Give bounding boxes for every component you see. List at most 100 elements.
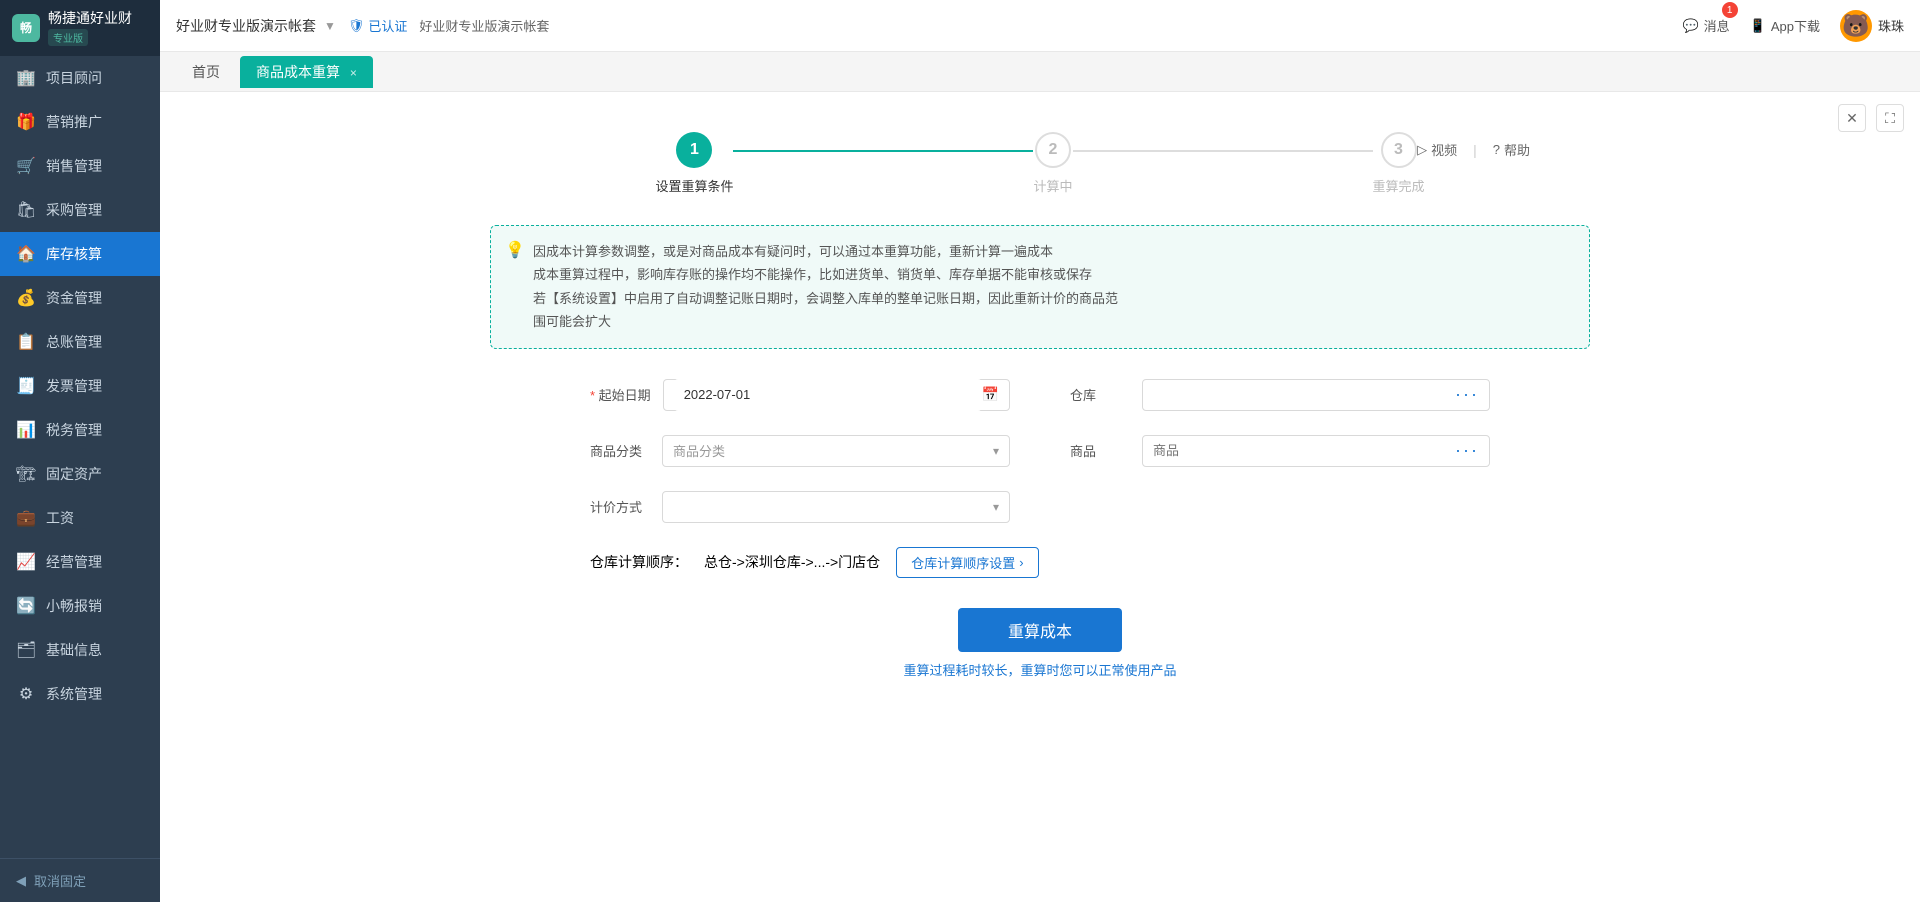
sidebar-label-tax: 税务管理 xyxy=(46,420,102,440)
form-row-start-date: 起始日期 📅 xyxy=(590,379,1010,411)
sidebar-item-system[interactable]: ⚙ 系统管理 xyxy=(0,672,160,716)
step-3: 3 重算完成 xyxy=(1373,132,1425,195)
sidebar-header: 畅 畅捷通好业财 专业版 xyxy=(0,0,160,56)
maximize-icon: ⛶ xyxy=(1885,110,1895,127)
sidebar-label-finance: 资金管理 xyxy=(46,288,102,308)
calc-order-value: 总仓->深圳仓库->...->门店仓 xyxy=(704,552,880,572)
window-controls: ✕ ⛶ xyxy=(1838,104,1904,132)
inventory-icon: 🏠 xyxy=(16,244,36,264)
sidebar-item-invoice[interactable]: 🧾 发票管理 xyxy=(0,364,160,408)
calc-order-arrow-icon: › xyxy=(1019,555,1023,570)
sidebar-item-marketing[interactable]: 🎁 营销推广 xyxy=(0,100,160,144)
help-label: 帮助 xyxy=(1504,140,1530,159)
step-2-label: 计算中 xyxy=(1033,176,1072,195)
start-date-input[interactable] xyxy=(674,379,982,411)
marketing-icon: 🎁 xyxy=(16,112,36,132)
verified-text: 已认证 xyxy=(368,16,407,35)
avatar: 🐻 xyxy=(1840,10,1872,42)
message-btn[interactable]: 💬 1 消息 xyxy=(1682,16,1729,35)
notification-badge: 1 xyxy=(1722,2,1738,18)
sidebar-nav: 🏢 项目顾问 🎁 营销推广 🛒 销售管理 🛍 采购管理 🏠 库存核算 💰 资金管… xyxy=(0,56,160,858)
recalc-btn-label: 重算成本 xyxy=(1008,624,1072,641)
sidebar-label-inventory: 库存核算 xyxy=(46,244,102,264)
account-selector[interactable]: 好业财专业版演示帐套 ▼ xyxy=(176,16,336,36)
product-label: 商品 xyxy=(1070,441,1130,460)
sidebar-item-operations[interactable]: 📈 经营管理 xyxy=(0,540,160,584)
notice-line1: 因成本计算参数调整，或是对商品成本有疑问时，可以通过本重算功能，重新计算一遍成本 xyxy=(533,240,1571,263)
category-select[interactable]: 商品分类 ▾ xyxy=(662,435,1010,467)
pricing-select[interactable]: ▾ xyxy=(662,491,1010,523)
warehouse-label: 仓库 xyxy=(1070,385,1130,404)
maximize-btn[interactable]: ⛶ xyxy=(1876,104,1904,132)
message-icon: 💬 xyxy=(1682,18,1698,34)
sidebar-item-sales[interactable]: 🛒 销售管理 xyxy=(0,144,160,188)
pricing-label: 计价方式 xyxy=(590,497,650,516)
category-placeholder: 商品分类 xyxy=(673,441,993,460)
topbar: 好业财专业版演示帐套 ▼ 🛡 已认证 好业财专业版演示帐套 💬 1 消息 📱 A… xyxy=(160,0,1920,52)
tabs-bar: 首页 商品成本重算 × xyxy=(160,52,1920,92)
warehouse-input[interactable]: ··· xyxy=(1142,379,1490,411)
topbar-right: 💬 1 消息 📱 App下载 🐻 珠珠 xyxy=(1682,10,1904,42)
step-3-label: 重算完成 xyxy=(1373,176,1425,195)
sidebar-label-assets: 固定资产 xyxy=(46,464,102,484)
account-full-name: 好业财专业版演示帐套 xyxy=(419,16,549,35)
sidebar-item-inventory[interactable]: 🏠 库存核算 xyxy=(0,232,160,276)
product-more-icon[interactable]: ··· xyxy=(1455,440,1479,461)
help-separator: | xyxy=(1473,142,1477,158)
sidebar-item-salary[interactable]: 💼 工资 xyxy=(0,496,160,540)
sidebar-item-purchase[interactable]: 🛍 采购管理 xyxy=(0,188,160,232)
sidebar-item-project[interactable]: 🏢 项目顾问 xyxy=(0,56,160,100)
start-date-input-wrapper[interactable]: 📅 xyxy=(663,379,1010,411)
form-row-warehouse: 仓库 ··· xyxy=(1070,379,1490,411)
sidebar: 畅 畅捷通好业财 专业版 🏢 项目顾问 🎁 营销推广 🛒 销售管理 🛍 采购管理… xyxy=(0,0,160,902)
tab-home[interactable]: 首页 xyxy=(176,56,236,88)
content-inner: 1 设置重算条件 2 计算中 3 重算 xyxy=(490,122,1590,679)
notice-icon: 💡 xyxy=(505,240,525,260)
operations-icon: 📈 xyxy=(16,552,36,572)
sidebar-item-accounting[interactable]: 📋 总账管理 xyxy=(0,320,160,364)
sidebar-item-assets[interactable]: 🏗 固定资产 xyxy=(0,452,160,496)
video-label: 视频 xyxy=(1431,140,1457,159)
unpin-label: 取消固定 xyxy=(34,871,86,890)
purchase-icon: 🛍 xyxy=(16,200,36,220)
app-download-label: App下载 xyxy=(1771,16,1820,35)
step-1-circle: 1 xyxy=(676,132,712,168)
basic-icon: 🗂 xyxy=(16,640,36,660)
sidebar-item-finance[interactable]: 💰 资金管理 xyxy=(0,276,160,320)
sidebar-label-system: 系统管理 xyxy=(46,684,102,704)
user-profile[interactable]: 🐻 珠珠 xyxy=(1840,10,1904,42)
close-btn[interactable]: ✕ xyxy=(1838,104,1866,132)
help-circle-icon: ? xyxy=(1493,142,1500,157)
sidebar-label-project: 项目顾问 xyxy=(46,68,102,88)
sidebar-item-basic[interactable]: 🗂 基础信息 xyxy=(0,628,160,672)
sidebar-label-operations: 经营管理 xyxy=(46,552,102,572)
notice-line3: 若【系统设置】中启用了自动调整记账日期时，会调整入库单的整单记账日期，因此重新计… xyxy=(533,287,1571,310)
product-input[interactable]: ··· xyxy=(1142,435,1490,467)
recalc-btn[interactable]: 重算成本 xyxy=(958,608,1122,652)
start-date-label: 起始日期 xyxy=(590,385,651,404)
verified-badge-area: 🛡 已认证 xyxy=(348,16,408,35)
help-link[interactable]: ? 帮助 xyxy=(1493,140,1530,159)
warehouse-more-icon[interactable]: ··· xyxy=(1455,384,1479,405)
tab-close-btn[interactable]: × xyxy=(350,66,357,80)
sidebar-label-marketing: 营销推广 xyxy=(46,112,102,132)
app-download-btn[interactable]: 📱 App下载 xyxy=(1750,16,1820,35)
tab-recalc[interactable]: 商品成本重算 × xyxy=(240,56,373,88)
app-edition: 专业版 xyxy=(48,29,88,46)
sidebar-label-accounting: 总账管理 xyxy=(46,332,102,352)
calc-order-btn-label: 仓库计算顺序设置 xyxy=(911,553,1015,572)
warehouse-field[interactable] xyxy=(1153,387,1455,402)
sidebar-item-expense[interactable]: 🔄 小畅报销 xyxy=(0,584,160,628)
sidebar-label-expense: 小畅报销 xyxy=(46,596,102,616)
calendar-icon[interactable]: 📅 xyxy=(982,386,999,403)
pricing-chevron-icon: ▾ xyxy=(993,500,999,514)
app-title-group: 畅捷通好业财 专业版 xyxy=(48,10,132,46)
form-row-product: 商品 ··· xyxy=(1070,435,1490,467)
sidebar-label-basic: 基础信息 xyxy=(46,640,102,660)
sidebar-item-tax[interactable]: 📊 税务管理 xyxy=(0,408,160,452)
calc-order-settings-btn[interactable]: 仓库计算顺序设置 › xyxy=(896,547,1038,578)
sidebar-unpin-btn[interactable]: ◀ 取消固定 xyxy=(0,858,160,902)
product-field[interactable] xyxy=(1153,443,1455,458)
notice-text: 因成本计算参数调整，或是对商品成本有疑问时，可以通过本重算功能，重新计算一遍成本… xyxy=(509,240,1571,334)
expense-icon: 🔄 xyxy=(16,596,36,616)
